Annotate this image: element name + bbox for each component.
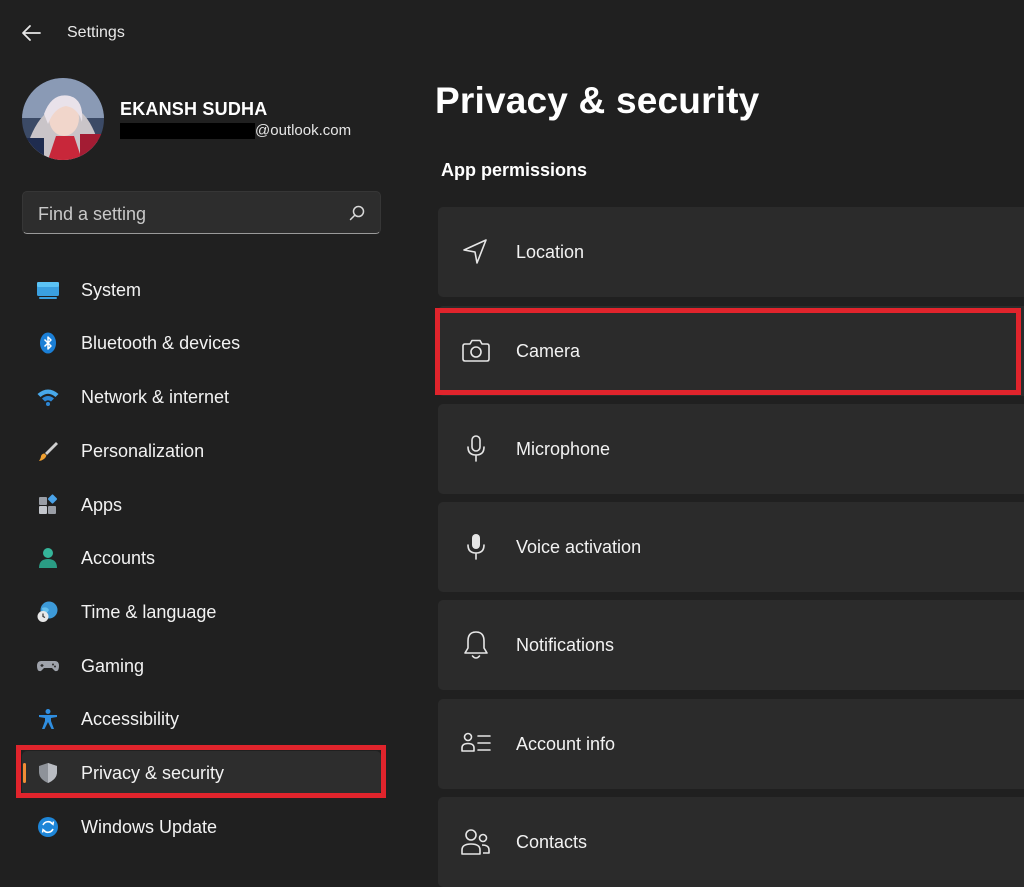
permission-label: Voice activation — [516, 537, 642, 557]
voice-activation-icon — [467, 534, 485, 560]
search-input[interactable]: Find a setting — [22, 191, 381, 234]
permission-camera[interactable]: Camera — [438, 306, 1024, 396]
sidebar-item-label: Accessibility — [81, 709, 180, 729]
location-icon — [463, 239, 487, 264]
sidebar-item-label: Bluetooth & devices — [81, 333, 241, 353]
gamepad-icon — [37, 661, 59, 672]
sidebar-item-accounts[interactable]: Accounts — [22, 536, 381, 580]
email-domain: @outlook.com — [255, 122, 352, 139]
permission-microphone[interactable]: Microphone — [438, 404, 1024, 494]
account-info-icon — [461, 732, 491, 752]
section-title: App permissions — [441, 160, 588, 180]
sidebar-item-apps[interactable]: Apps — [22, 483, 381, 527]
monitor-icon — [37, 282, 59, 299]
email-redaction — [120, 122, 255, 139]
page-title: Privacy & security — [435, 80, 760, 121]
permission-label: Contacts — [516, 832, 588, 852]
permission-label: Notifications — [516, 635, 615, 655]
sidebar-item-network-internet[interactable]: Network & internet — [22, 375, 381, 419]
bell-icon — [464, 631, 488, 659]
permission-label: Microphone — [516, 439, 611, 459]
contacts-icon — [461, 829, 490, 855]
sidebar-item-privacy-security[interactable]: Privacy & security — [22, 751, 381, 795]
sidebar-item-accessibility[interactable]: Accessibility — [22, 697, 381, 741]
selection-indicator — [23, 763, 26, 783]
sidebar-item-time-language[interactable]: Time & language — [22, 590, 381, 634]
wifi-icon — [37, 389, 59, 406]
back-arrow-icon — [22, 25, 41, 41]
shield-icon — [39, 763, 57, 783]
sidebar-item-label: Network & internet — [81, 387, 230, 407]
person-icon — [39, 548, 57, 568]
sidebar-item-label: Personalization — [81, 441, 205, 461]
permission-location[interactable]: Location — [438, 207, 1024, 297]
microphone-icon — [467, 435, 485, 462]
sidebar-item-label: Windows Update — [81, 817, 218, 837]
permission-label: Location — [516, 242, 585, 262]
camera-icon — [462, 339, 490, 362]
sidebar-item-windows-update[interactable]: Windows Update — [22, 805, 381, 849]
accessibility-icon — [39, 709, 57, 729]
sidebar-item-bluetooth-devices[interactable]: Bluetooth & devices — [22, 321, 381, 365]
title-bar: Settings — [0, 0, 1024, 64]
permission-account-info[interactable]: Account info — [438, 699, 1024, 789]
sidebar-item-label: Time & language — [81, 602, 217, 622]
sidebar-item-gaming[interactable]: Gaming — [22, 644, 381, 688]
bluetooth-icon — [40, 332, 56, 354]
permission-label: Account info — [516, 734, 616, 754]
search-placeholder: Find a setting — [38, 204, 147, 224]
sidebar-item-system[interactable]: System — [22, 268, 381, 312]
update-icon — [38, 817, 58, 837]
sidebar-item-label: Privacy & security — [81, 763, 225, 783]
profile-email: @outlook.com — [120, 122, 351, 139]
sidebar-item-label: Accounts — [81, 548, 156, 568]
app-title: Settings — [67, 24, 125, 41]
avatar[interactable] — [22, 78, 104, 160]
search-icon — [349, 205, 365, 221]
profile-name: EKANSH SUDHA — [120, 99, 268, 119]
back-button[interactable] — [18, 20, 46, 46]
globe-clock-icon — [37, 601, 58, 622]
permission-label: Camera — [516, 341, 581, 361]
brush-icon — [39, 442, 58, 461]
apps-icon — [39, 494, 58, 514]
permission-voice-activation[interactable]: Voice activation — [438, 502, 1024, 592]
sidebar-item-personalization[interactable]: Personalization — [22, 429, 381, 473]
sidebar-item-label: Apps — [81, 495, 123, 515]
permission-notifications[interactable]: Notifications — [438, 600, 1024, 690]
sidebar-item-label: Gaming — [81, 656, 145, 676]
sidebar-item-label: System — [81, 280, 142, 300]
